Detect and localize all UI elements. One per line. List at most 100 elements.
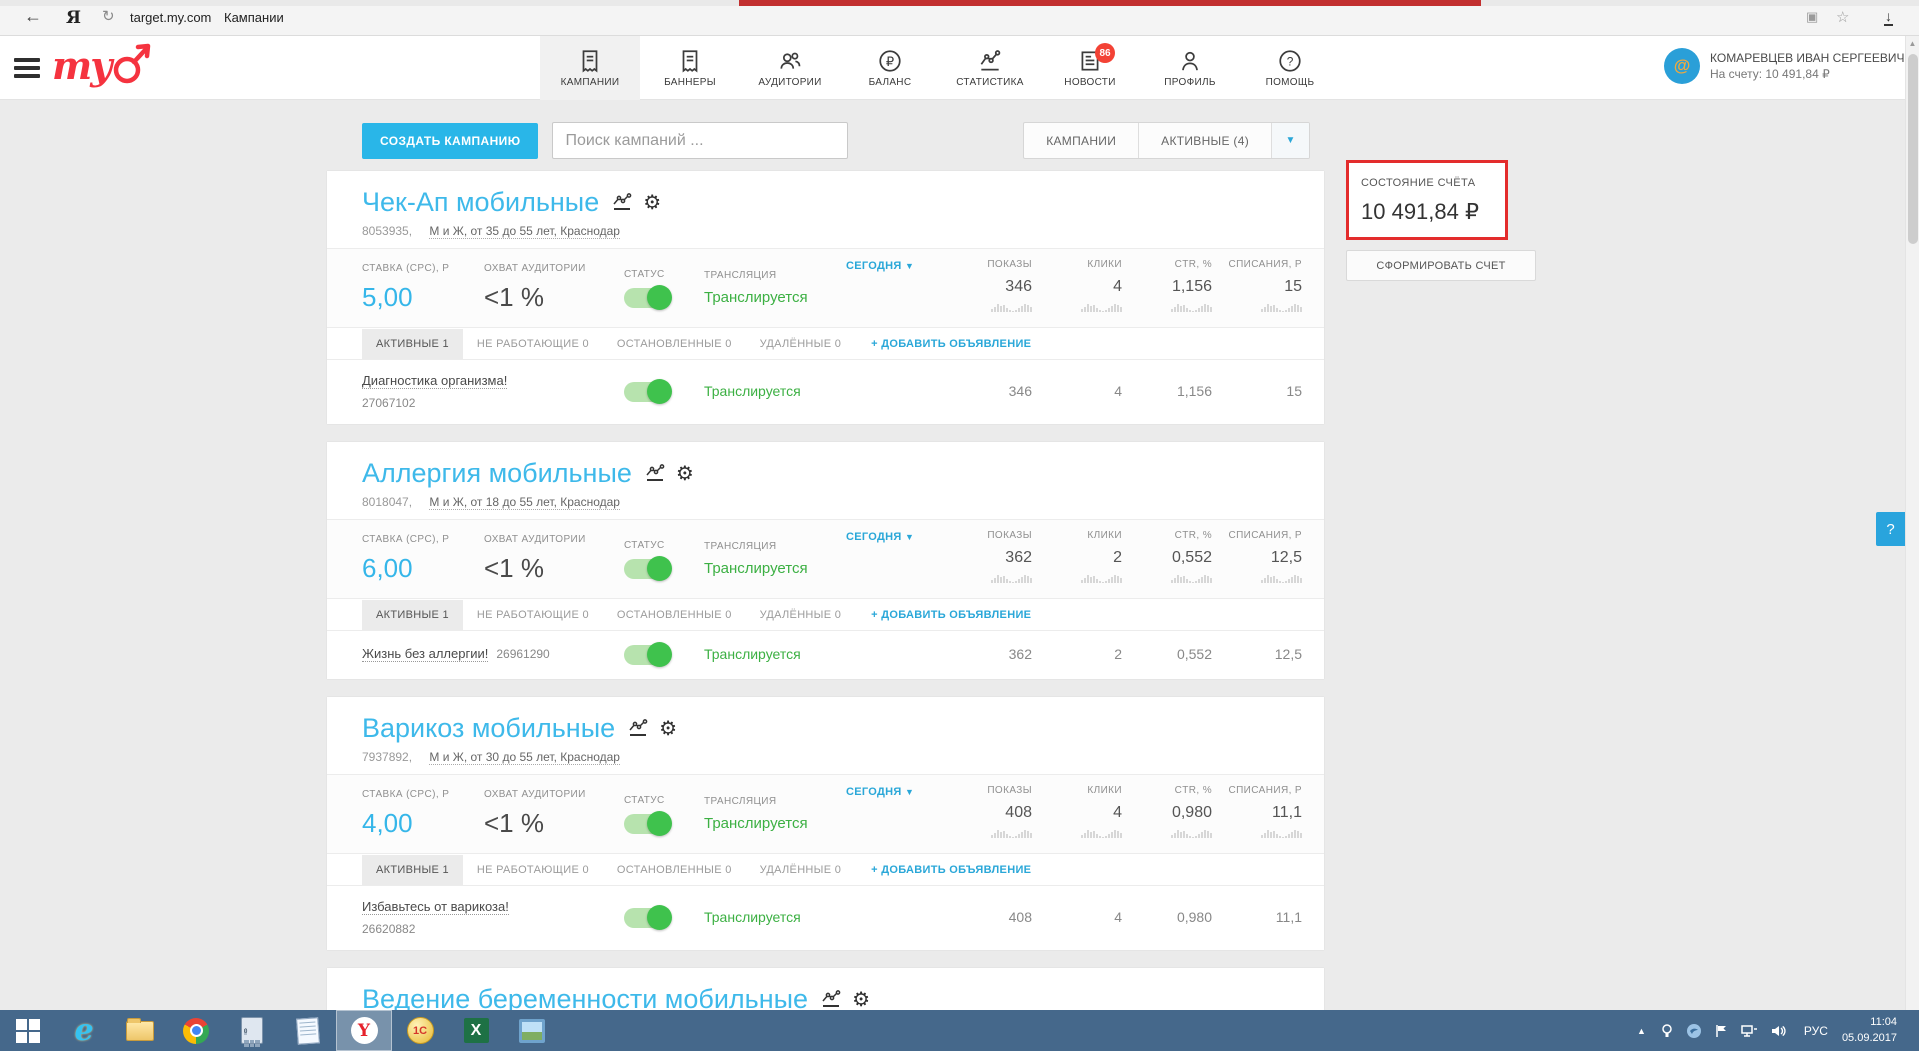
tab-not-working-ads[interactable]: НЕ РАБОТАЮЩИЕ 0 bbox=[463, 855, 603, 885]
taskbar-chrome[interactable] bbox=[168, 1010, 224, 1051]
user-account[interactable]: @ КОМАРЕВЦЕВ ИВАН СЕРГЕЕВИЧ На счету: 10… bbox=[1664, 48, 1904, 84]
campaign-stats-icon[interactable] bbox=[820, 989, 844, 1010]
ad-name-link[interactable]: Избавьтесь от варикоза! bbox=[362, 899, 509, 915]
period-selector[interactable]: СЕГОДНЯ ▼ bbox=[846, 785, 942, 798]
mytarget-logo[interactable]: my bbox=[52, 42, 152, 88]
ad-shows-value: 408 bbox=[1008, 909, 1032, 925]
add-ad-link[interactable]: + ДОБАВИТЬ ОБЪЯВЛЕНИЕ bbox=[871, 864, 1031, 876]
taskbar-excel[interactable]: X bbox=[448, 1010, 504, 1051]
tab-not-working-ads[interactable]: НЕ РАБОТАЮЩИЕ 0 bbox=[463, 329, 603, 359]
volume-tray-icon[interactable] bbox=[1770, 1023, 1786, 1039]
browser-back-icon[interactable]: ← bbox=[24, 6, 42, 27]
ad-status-toggle[interactable] bbox=[624, 905, 672, 930]
add-ad-link[interactable]: + ДОБАВИТЬ ОБЪЯВЛЕНИЕ bbox=[871, 609, 1031, 621]
network-tray-icon[interactable] bbox=[1740, 1023, 1758, 1039]
taskbar-yandex-browser[interactable]: Y bbox=[336, 1010, 392, 1051]
campaign-title-link[interactable]: Ведение беременности мобильные bbox=[362, 984, 808, 1010]
campaign-settings-gear-icon[interactable]: ⚙ bbox=[676, 464, 694, 484]
taskbar-image-viewer[interactable] bbox=[504, 1010, 560, 1051]
campaign-title-link[interactable]: Варикоз мобильные bbox=[362, 713, 615, 744]
nav-campaigns[interactable]: КАМПАНИИ bbox=[540, 36, 640, 100]
messenger-tray-icon[interactable] bbox=[1686, 1023, 1702, 1039]
campaign-settings-gear-icon[interactable]: ⚙ bbox=[852, 990, 870, 1010]
nav-audiences[interactable]: АУДИТОРИИ bbox=[740, 36, 840, 100]
taskbar-file-explorer[interactable] bbox=[112, 1010, 168, 1051]
rate-value[interactable]: 6,00 bbox=[362, 553, 484, 584]
period-selector[interactable]: СЕГОДНЯ ▼ bbox=[846, 530, 942, 543]
taskbar-1c[interactable]: 1С bbox=[392, 1010, 448, 1051]
taskbar-clock[interactable]: 11:04 05.09.2017 bbox=[1842, 1015, 1897, 1047]
campaign-stats-icon[interactable] bbox=[611, 192, 635, 213]
tab-active-ads[interactable]: АКТИВНЫЕ 1 bbox=[362, 599, 463, 630]
add-ad-link[interactable]: + ДОБАВИТЬ ОБЪЯВЛЕНИЕ bbox=[871, 338, 1031, 350]
bookmark-star-icon[interactable]: ☆ bbox=[1836, 8, 1849, 26]
hidden-icons-arrow-icon[interactable]: ▲ bbox=[1637, 1026, 1646, 1036]
nav-news[interactable]: 86 НОВОСТИ bbox=[1040, 36, 1140, 100]
campaigns-toolbar: СОЗДАТЬ КАМПАНИЮ КАМПАНИИ АКТИВНЫЕ (4) ▼ bbox=[362, 122, 1310, 159]
nav-help[interactable]: ? ПОМОЩЬ bbox=[1240, 36, 1340, 100]
campaign-status-toggle[interactable] bbox=[624, 555, 672, 581]
rate-value[interactable]: 5,00 bbox=[362, 282, 484, 313]
ctr-label: CTR, % bbox=[1174, 530, 1212, 541]
ad-name-link[interactable]: Жизнь без аллергии! bbox=[362, 646, 489, 662]
bulb-tray-icon[interactable] bbox=[1660, 1023, 1674, 1039]
generate-invoice-button[interactable]: СФОРМИРОВАТЬ СЧЕТ bbox=[1346, 250, 1536, 281]
nav-balance[interactable]: ₽ БАЛАНС bbox=[840, 36, 940, 100]
tab-active-ads[interactable]: АКТИВНЫЕ 1 bbox=[362, 854, 463, 885]
campaign-targeting-link[interactable]: М и Ж, от 35 до 55 лет, Краснодар bbox=[429, 224, 620, 239]
taskbar-calculator[interactable]: 0 bbox=[224, 1010, 280, 1051]
tab-not-working-ads[interactable]: НЕ РАБОТАЮЩИЕ 0 bbox=[463, 600, 603, 630]
folder-icon bbox=[126, 1017, 154, 1041]
filter-status[interactable]: АКТИВНЫЕ (4) bbox=[1138, 123, 1271, 158]
flag-tray-icon[interactable] bbox=[1714, 1023, 1728, 1039]
ad-name-link[interactable]: Диагностика организма! bbox=[362, 373, 508, 389]
scrollbar-thumb[interactable] bbox=[1908, 54, 1918, 244]
refresh-icon[interactable]: ↻ bbox=[102, 7, 115, 25]
tab-title[interactable]: Кампании bbox=[224, 10, 284, 25]
reach-label: ОХВАТ АУДИТОРИИ bbox=[484, 789, 586, 800]
language-indicator[interactable]: РУС bbox=[1804, 1024, 1828, 1038]
filter-dropdown-caret-icon[interactable]: ▼ bbox=[1271, 123, 1309, 158]
tab-deleted-ads[interactable]: УДАЛЁННЫЕ 0 bbox=[746, 600, 856, 630]
address-url[interactable]: target.my.com bbox=[130, 10, 211, 25]
ad-broadcast-status: Транслируется bbox=[704, 909, 801, 925]
tab-stopped-ads[interactable]: ОСТАНОВЛЕННЫЕ 0 bbox=[603, 855, 746, 885]
period-selector[interactable]: СЕГОДНЯ ▼ bbox=[846, 259, 942, 272]
taskbar-internet-explorer[interactable]: e bbox=[56, 1010, 112, 1051]
scrollbar-up-arrow-icon[interactable]: ▲ bbox=[1906, 36, 1919, 48]
nav-banners[interactable]: БАННЕРЫ bbox=[640, 36, 740, 100]
search-input[interactable] bbox=[552, 122, 849, 159]
campaign-stats-icon[interactable] bbox=[644, 463, 668, 484]
campaign-header: Аллергия мобильные ⚙ 8018047, М и Ж, от … bbox=[327, 442, 1324, 519]
campaign-settings-gear-icon[interactable]: ⚙ bbox=[659, 719, 677, 739]
campaign-status-toggle[interactable] bbox=[624, 810, 672, 836]
nav-profile[interactable]: ПРОФИЛЬ bbox=[1140, 36, 1240, 100]
rate-value[interactable]: 4,00 bbox=[362, 808, 484, 839]
tab-stopped-ads[interactable]: ОСТАНОВЛЕННЫЕ 0 bbox=[603, 600, 746, 630]
ad-status-toggle[interactable] bbox=[624, 379, 672, 404]
campaign-title-link[interactable]: Чек-Ап мобильные bbox=[362, 187, 599, 218]
campaign-stats-icon[interactable] bbox=[627, 718, 651, 739]
campaign-targeting-link[interactable]: М и Ж, от 18 до 55 лет, Краснодар bbox=[429, 495, 620, 510]
campaign-targeting-link[interactable]: М и Ж, от 30 до 55 лет, Краснодар bbox=[429, 750, 620, 765]
tab-active-ads[interactable]: АКТИВНЫЕ 1 bbox=[362, 328, 463, 359]
download-icon[interactable]: ↓ bbox=[1884, 8, 1893, 26]
hamburger-menu-icon[interactable] bbox=[14, 58, 40, 78]
campaign-card: Аллергия мобильные ⚙ 8018047, М и Ж, от … bbox=[327, 442, 1324, 679]
campaign-status-toggle[interactable] bbox=[624, 284, 672, 310]
campaign-title-link[interactable]: Аллергия мобильные bbox=[362, 458, 632, 489]
feedback-help-button[interactable]: ? bbox=[1876, 512, 1905, 546]
filter-type[interactable]: КАМПАНИИ bbox=[1024, 123, 1138, 158]
ad-status-toggle[interactable] bbox=[624, 642, 672, 667]
tab-deleted-ads[interactable]: УДАЛЁННЫЕ 0 bbox=[746, 855, 856, 885]
nav-statistics[interactable]: СТАТИСТИКА bbox=[940, 36, 1040, 100]
page-scrollbar[interactable]: ▲ bbox=[1905, 36, 1919, 1010]
start-button[interactable] bbox=[0, 1010, 56, 1051]
create-campaign-button[interactable]: СОЗДАТЬ КАМПАНИЮ bbox=[362, 122, 539, 159]
yandex-browser-icon[interactable]: Я bbox=[66, 8, 81, 28]
page-mode-icon[interactable]: ▣ bbox=[1806, 9, 1818, 25]
tab-stopped-ads[interactable]: ОСТАНОВЛЕННЫЕ 0 bbox=[603, 329, 746, 359]
taskbar-notepad[interactable] bbox=[280, 1010, 336, 1051]
tab-deleted-ads[interactable]: УДАЛЁННЫЕ 0 bbox=[746, 329, 856, 359]
campaign-settings-gear-icon[interactable]: ⚙ bbox=[643, 193, 661, 213]
